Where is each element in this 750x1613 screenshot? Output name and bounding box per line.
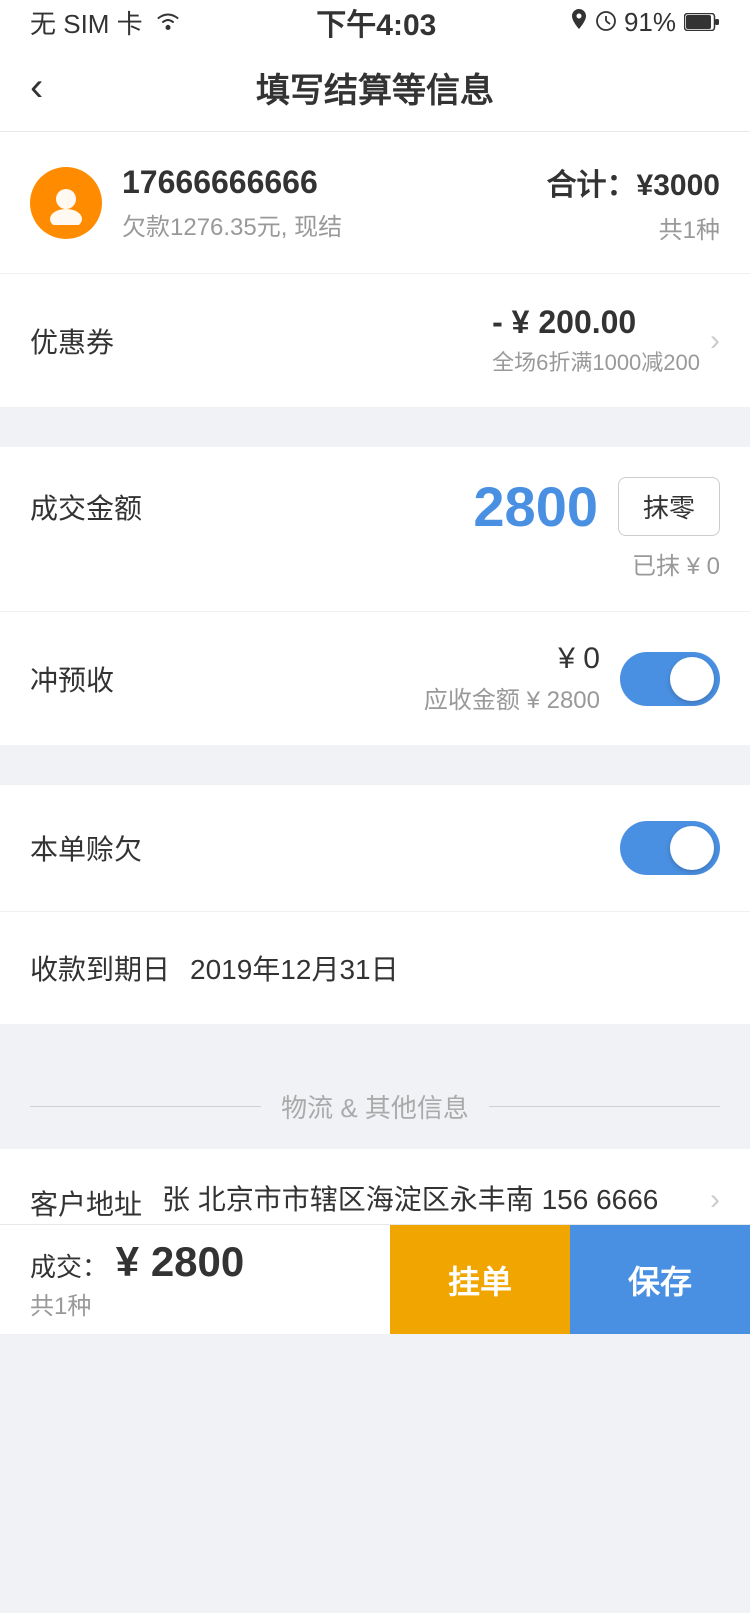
prepay-values: ¥ 0 应收金额 ¥ 2800: [424, 642, 600, 715]
address-chevron-icon: ›: [710, 1179, 720, 1217]
debt-toggle-knob: [670, 826, 714, 870]
total-amount: 合计：¥3000: [547, 160, 720, 204]
coupon-right: - ¥ 200.00 全场6折满1000减200 ›: [492, 304, 720, 377]
prepay-section: 冲预收 ¥ 0 应收金额 ¥ 2800: [0, 611, 750, 745]
deal-amount-sub: 已抹 ¥ 0: [30, 546, 720, 581]
customer-info: 17666666666 欠款1276.35元, 现结: [122, 164, 547, 242]
location-icon: [570, 7, 588, 38]
customer-row: 17666666666 欠款1276.35元, 现结 合计：¥3000 共1种: [0, 132, 750, 273]
content-area: 17666666666 欠款1276.35元, 现结 合计：¥3000 共1种 …: [0, 132, 750, 1613]
sim-label: 无 SIM 卡: [30, 4, 143, 41]
hold-button[interactable]: 挂单: [390, 1225, 570, 1334]
amount-value-group: 2800 抹零: [473, 477, 720, 536]
customer-sub-info: 欠款1276.35元, 现结: [122, 207, 547, 242]
divider-line-left: [30, 1106, 261, 1107]
bottom-summary-line1: 成交： ¥ 2800: [30, 1238, 360, 1286]
prepay-row: 冲预收 ¥ 0 应收金额 ¥ 2800: [30, 642, 720, 715]
avatar: [30, 167, 102, 239]
section-divider-3: [0, 1044, 750, 1064]
deal-amount-value: 2800: [473, 479, 598, 535]
customer-total: 合计：¥3000 共1种: [547, 160, 720, 245]
section-divider-2: [0, 765, 750, 785]
status-right: 91%: [570, 7, 720, 38]
deal-amount-card: 成交金额 2800 抹零 已抹 ¥ 0 冲预收 ¥ 0 应收金额 ¥ 2800: [0, 447, 750, 745]
prepay-right: ¥ 0 应收金额 ¥ 2800: [424, 642, 720, 715]
coupon-sub: 全场6折满1000减200: [492, 345, 700, 377]
prepay-toggle[interactable]: [620, 652, 720, 706]
back-button[interactable]: ‹: [30, 65, 90, 110]
duedate-value: 2019年12月31日: [190, 948, 399, 988]
prepay-sub: 应收金额 ¥ 2800: [424, 680, 600, 715]
debt-card: 本单赊欠 收款到期日 2019年12月31日: [0, 785, 750, 1024]
coupon-info: - ¥ 200.00 全场6折满1000减200: [492, 304, 700, 377]
status-time: 下午4:03: [316, 0, 436, 44]
debt-label: 本单赊欠: [30, 828, 142, 868]
bottom-bar: 成交： ¥ 2800 共1种 挂单 保存: [0, 1224, 750, 1334]
amount-row: 成交金额 2800 抹零: [30, 477, 720, 536]
battery-label: 91%: [624, 7, 676, 38]
coupon-row[interactable]: 优惠券 - ¥ 200.00 全场6折满1000减200 ›: [0, 273, 750, 407]
amount-section: 成交金额 2800 抹零 已抹 ¥ 0: [0, 447, 750, 611]
bottom-amount: ¥ 2800: [116, 1238, 244, 1285]
section-divider-1: [0, 427, 750, 447]
prepay-amount: ¥ 0: [424, 642, 600, 676]
nav-bar: ‹ 填写结算等信息: [0, 44, 750, 132]
deal-amount-label: 成交金额: [30, 487, 142, 527]
bottom-count: 共1种: [30, 1286, 360, 1321]
duedate-label: 收款到期日: [30, 948, 170, 988]
logistics-divider: 物流 & 其他信息: [0, 1064, 750, 1149]
debt-toggle[interactable]: [620, 821, 720, 875]
customer-card: 17666666666 欠款1276.35元, 现结 合计：¥3000 共1种 …: [0, 132, 750, 407]
wifi-icon: [153, 7, 183, 38]
gray-area: [0, 1313, 750, 1493]
logistics-text: 物流 & 其他信息: [281, 1088, 469, 1125]
prepay-label: 冲预收: [30, 659, 114, 699]
toggle-knob: [670, 657, 714, 701]
debt-section: 本单赊欠: [0, 785, 750, 911]
divider-line-right: [489, 1106, 720, 1107]
page-title: 填写结算等信息: [256, 63, 494, 112]
battery-icon: [684, 7, 720, 38]
customer-phone: 17666666666: [122, 164, 547, 201]
bottom-label: 成交：: [30, 1252, 108, 1282]
duedate-section: 收款到期日 2019年12月31日: [0, 911, 750, 1024]
status-bar: 无 SIM 卡 下午4:03 91%: [0, 0, 750, 44]
address-label: 客户地址: [30, 1179, 142, 1223]
coupon-discount: - ¥ 200.00: [492, 304, 700, 341]
status-left: 无 SIM 卡: [30, 4, 183, 41]
bottom-summary: 成交： ¥ 2800 共1种: [0, 1225, 390, 1334]
clock-icon: [596, 7, 616, 38]
coupon-label: 优惠券: [30, 321, 114, 361]
total-count: 共1种: [547, 210, 720, 245]
chevron-right-icon: ›: [710, 324, 720, 358]
save-button[interactable]: 保存: [570, 1225, 750, 1334]
round-button[interactable]: 抹零: [618, 477, 720, 536]
